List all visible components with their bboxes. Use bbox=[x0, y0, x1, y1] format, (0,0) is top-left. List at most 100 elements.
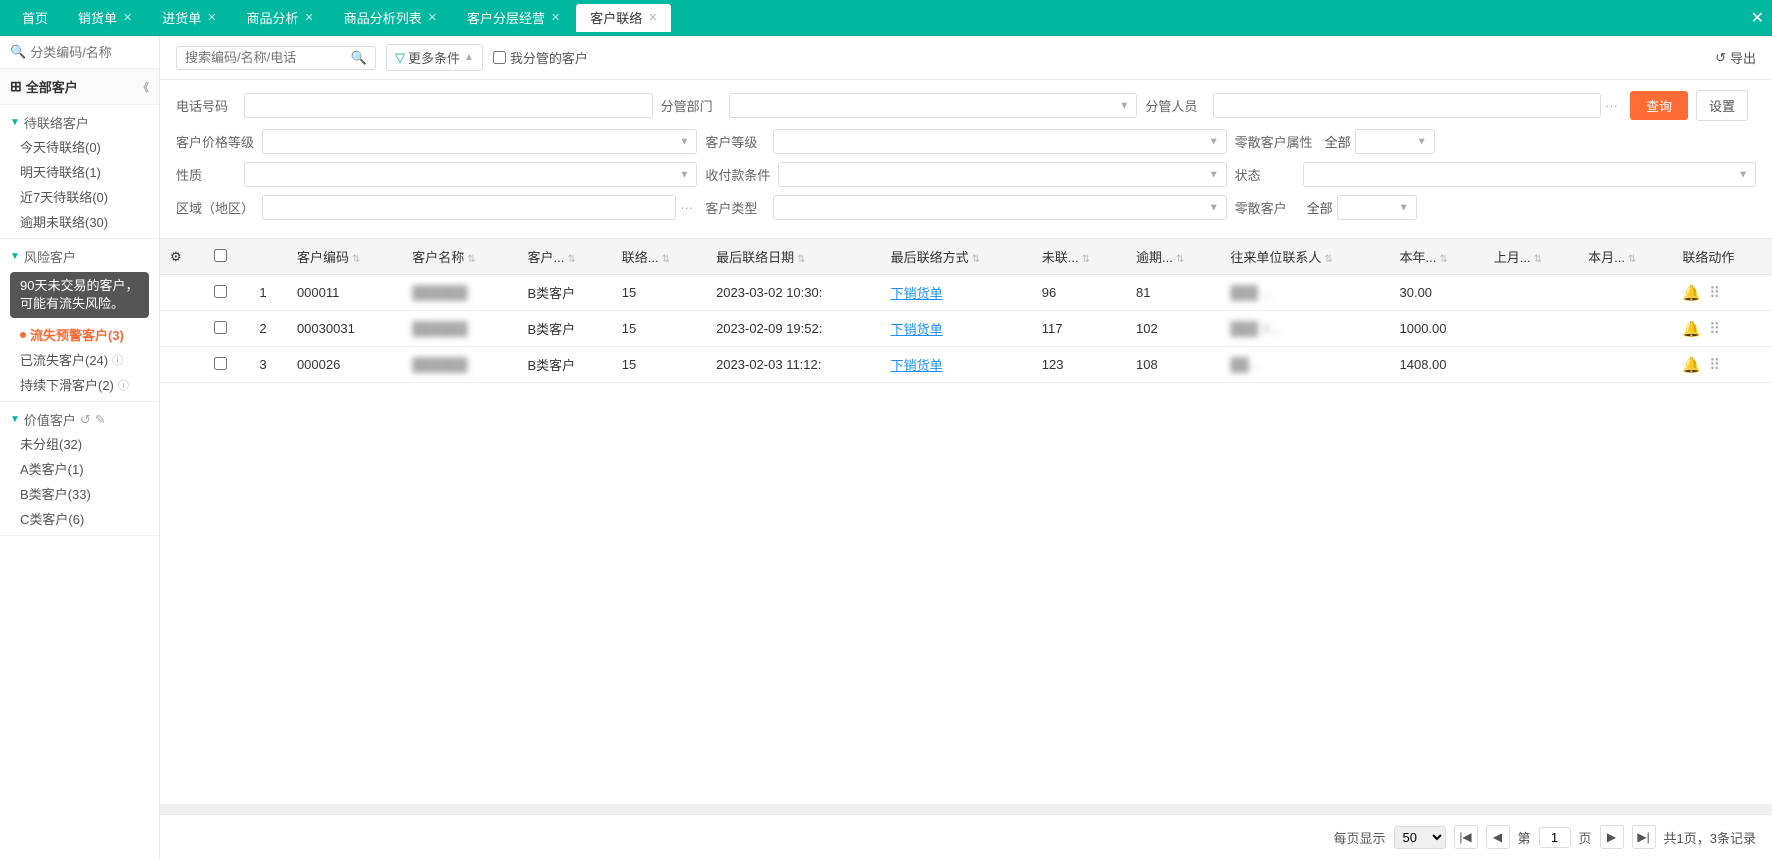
contact-col-header[interactable]: 联络...⇅ bbox=[612, 239, 706, 275]
sidebar-item-tomorrow-contact[interactable]: 明天待联络(1) bbox=[0, 159, 159, 184]
prev-page-btn[interactable]: ◀ bbox=[1486, 825, 1510, 849]
sidebar-item-churned[interactable]: 已流失客户(24) ⓘ bbox=[0, 347, 159, 372]
search-icon[interactable]: 🔍 bbox=[351, 50, 367, 66]
sidebar-item-today-contact[interactable]: 今天待联络(0) bbox=[0, 134, 159, 159]
page-input[interactable] bbox=[1539, 827, 1571, 848]
last-contact-method-cell[interactable]: 下销货单 bbox=[881, 311, 1032, 347]
customer-name-col-header[interactable]: 客户名称⇅ bbox=[402, 239, 517, 275]
row-checkbox[interactable] bbox=[214, 285, 227, 298]
sidebar-item-churn-warning[interactable]: 流失预警客户(3) bbox=[0, 322, 159, 347]
sidebar-item-a-class[interactable]: A类客户(1) bbox=[0, 456, 159, 481]
sidebar-item-declining[interactable]: 持续下滑客户(2) ⓘ bbox=[0, 372, 159, 397]
close-icon[interactable]: ✕ bbox=[305, 11, 314, 24]
sidebar-item-b-class[interactable]: B类客户(33) bbox=[0, 481, 159, 506]
sort-icon: ⇅ bbox=[467, 254, 475, 265]
close-icon[interactable]: ✕ bbox=[428, 11, 437, 24]
last-contact-method-cell[interactable]: 下销货单 bbox=[881, 347, 1032, 383]
sidebar-search-input[interactable] bbox=[30, 45, 160, 60]
my-customers-checkbox[interactable] bbox=[493, 51, 506, 64]
filter-retail-attr-select[interactable] bbox=[1355, 129, 1435, 154]
filter-customer-grade-select[interactable] bbox=[773, 129, 1226, 154]
more-filters-btn[interactable]: ▽ 更多条件 ▲ bbox=[386, 44, 483, 71]
contact-icon[interactable]: 🔔 bbox=[1682, 356, 1701, 374]
contact-icon[interactable]: 🔔 bbox=[1682, 320, 1701, 338]
settings-col-header[interactable]: ⚙ bbox=[160, 239, 204, 275]
last-contact-date-col-header[interactable]: 最后联络日期⇅ bbox=[706, 239, 880, 275]
filter-nature-select[interactable] bbox=[244, 162, 697, 187]
checkbox-cell[interactable] bbox=[204, 275, 250, 311]
tab-homepage[interactable]: 首页 bbox=[8, 4, 62, 32]
all-customers-btn[interactable]: ⊞ 全部客户 《 bbox=[0, 69, 159, 105]
group-risk-title[interactable]: ▼ 风险客户 bbox=[0, 243, 159, 268]
search-input[interactable] bbox=[185, 50, 347, 65]
filter-customer-type-select[interactable] bbox=[773, 195, 1226, 220]
close-icon[interactable]: ✕ bbox=[551, 11, 560, 24]
export-btn[interactable]: ↺ 导出 bbox=[1715, 48, 1756, 67]
last-page-btn[interactable]: ▶| bbox=[1632, 825, 1656, 849]
refresh-icon[interactable]: ↺ bbox=[80, 412, 91, 428]
last-contact-date-cell: 2023-02-03 11:12: bbox=[706, 347, 880, 383]
tab-sales-order[interactable]: 销货单 ✕ bbox=[64, 4, 146, 32]
filter-price-grade-select[interactable] bbox=[262, 129, 697, 154]
ellipsis-icon[interactable]: ··· bbox=[680, 200, 693, 215]
next-page-btn[interactable]: ▶ bbox=[1600, 825, 1624, 849]
my-customers-checkbox-label[interactable]: 我分管的客户 bbox=[493, 48, 588, 67]
filter-region-input[interactable] bbox=[262, 195, 676, 220]
tab-purchase-order[interactable]: 进货单 ✕ bbox=[148, 4, 230, 32]
sidebar-item-overdue-contact[interactable]: 逾期未联络(30) bbox=[0, 209, 159, 234]
filter-status-select[interactable] bbox=[1303, 162, 1756, 187]
group-pending-contact-title[interactable]: ▼ 待联络客户 bbox=[0, 109, 159, 134]
contact-method-link[interactable]: 下销货单 bbox=[891, 322, 943, 337]
info-icon: ⓘ bbox=[112, 352, 123, 368]
filter-payment-select[interactable] bbox=[778, 162, 1226, 187]
horizontal-scrollbar[interactable] bbox=[160, 804, 1772, 814]
first-page-btn[interactable]: |◀ bbox=[1454, 825, 1478, 849]
unit-contact-col-header[interactable]: 往来单位联系人⇅ bbox=[1220, 239, 1389, 275]
sidebar-item-ungrouped[interactable]: 未分组(32) bbox=[0, 431, 159, 456]
close-icon[interactable]: ✕ bbox=[648, 11, 657, 24]
close-all-icon[interactable]: ✕ bbox=[1751, 8, 1764, 28]
checkbox-col-header[interactable] bbox=[204, 239, 250, 275]
sidebar-item-c-class[interactable]: C类客户(6) bbox=[0, 506, 159, 531]
tab-customer-segmentation[interactable]: 客户分层经营 ✕ bbox=[453, 4, 574, 32]
filter-manager-input[interactable] bbox=[1213, 93, 1601, 118]
more-action-icon[interactable]: ⠿ bbox=[1709, 320, 1720, 338]
this-year-col-header[interactable]: 本年...⇅ bbox=[1390, 239, 1484, 275]
contact-method-link[interactable]: 下销货单 bbox=[891, 358, 943, 373]
filter-dept-label: 分管部门 bbox=[661, 96, 721, 115]
filter-dept-select[interactable] bbox=[729, 93, 1138, 118]
ellipsis-icon[interactable]: ··· bbox=[1605, 98, 1618, 113]
collapse-icon[interactable]: 《 bbox=[138, 79, 149, 95]
last-contact-method-cell[interactable]: 下销货单 bbox=[881, 275, 1032, 311]
filter-phone-input[interactable] bbox=[244, 93, 653, 118]
sidebar-item-week-contact[interactable]: 近7天待联络(0) bbox=[0, 184, 159, 209]
last-month-col-header[interactable]: 上月...⇅ bbox=[1484, 239, 1578, 275]
checkbox-cell[interactable] bbox=[204, 347, 250, 383]
tab-product-analysis-list[interactable]: 商品分析列表 ✕ bbox=[330, 4, 451, 32]
close-icon[interactable]: ✕ bbox=[123, 11, 132, 24]
overdue-col-header[interactable]: 逾期...⇅ bbox=[1126, 239, 1220, 275]
filter-retail-customer-select[interactable] bbox=[1337, 195, 1417, 220]
contact-method-link[interactable]: 下销货单 bbox=[891, 286, 943, 301]
contact-icon[interactable]: 🔔 bbox=[1682, 284, 1701, 302]
more-action-icon[interactable]: ⠿ bbox=[1709, 284, 1720, 302]
this-month-col-header[interactable]: 本月...⇅ bbox=[1578, 239, 1672, 275]
edit-icon[interactable]: ✎ bbox=[95, 412, 106, 428]
tab-product-analysis[interactable]: 商品分析 ✕ bbox=[232, 4, 327, 32]
tab-customer-contact[interactable]: 客户联络 ✕ bbox=[576, 4, 671, 32]
select-all-checkbox[interactable] bbox=[214, 249, 227, 262]
uncontacted-col-header[interactable]: 未联...⇅ bbox=[1032, 239, 1126, 275]
customer-type-col-header[interactable]: 客户...⇅ bbox=[517, 239, 611, 275]
close-icon[interactable]: ✕ bbox=[207, 11, 216, 24]
settings-button[interactable]: 设置 bbox=[1696, 90, 1748, 121]
checkbox-cell[interactable] bbox=[204, 311, 250, 347]
query-button[interactable]: 查询 bbox=[1630, 91, 1688, 120]
row-checkbox[interactable] bbox=[214, 321, 227, 334]
per-page-select[interactable]: 50 100 200 bbox=[1394, 826, 1446, 849]
more-action-icon[interactable]: ⠿ bbox=[1709, 356, 1720, 374]
row-checkbox[interactable] bbox=[214, 357, 227, 370]
customer-code-col-header[interactable]: 客户编码⇅ bbox=[287, 239, 402, 275]
last-contact-method-col-header[interactable]: 最后联络方式⇅ bbox=[881, 239, 1032, 275]
settings-icon[interactable]: ⚙ bbox=[170, 249, 182, 264]
group-value-title[interactable]: ▼ 价值客户 ↺ ✎ bbox=[0, 406, 159, 431]
